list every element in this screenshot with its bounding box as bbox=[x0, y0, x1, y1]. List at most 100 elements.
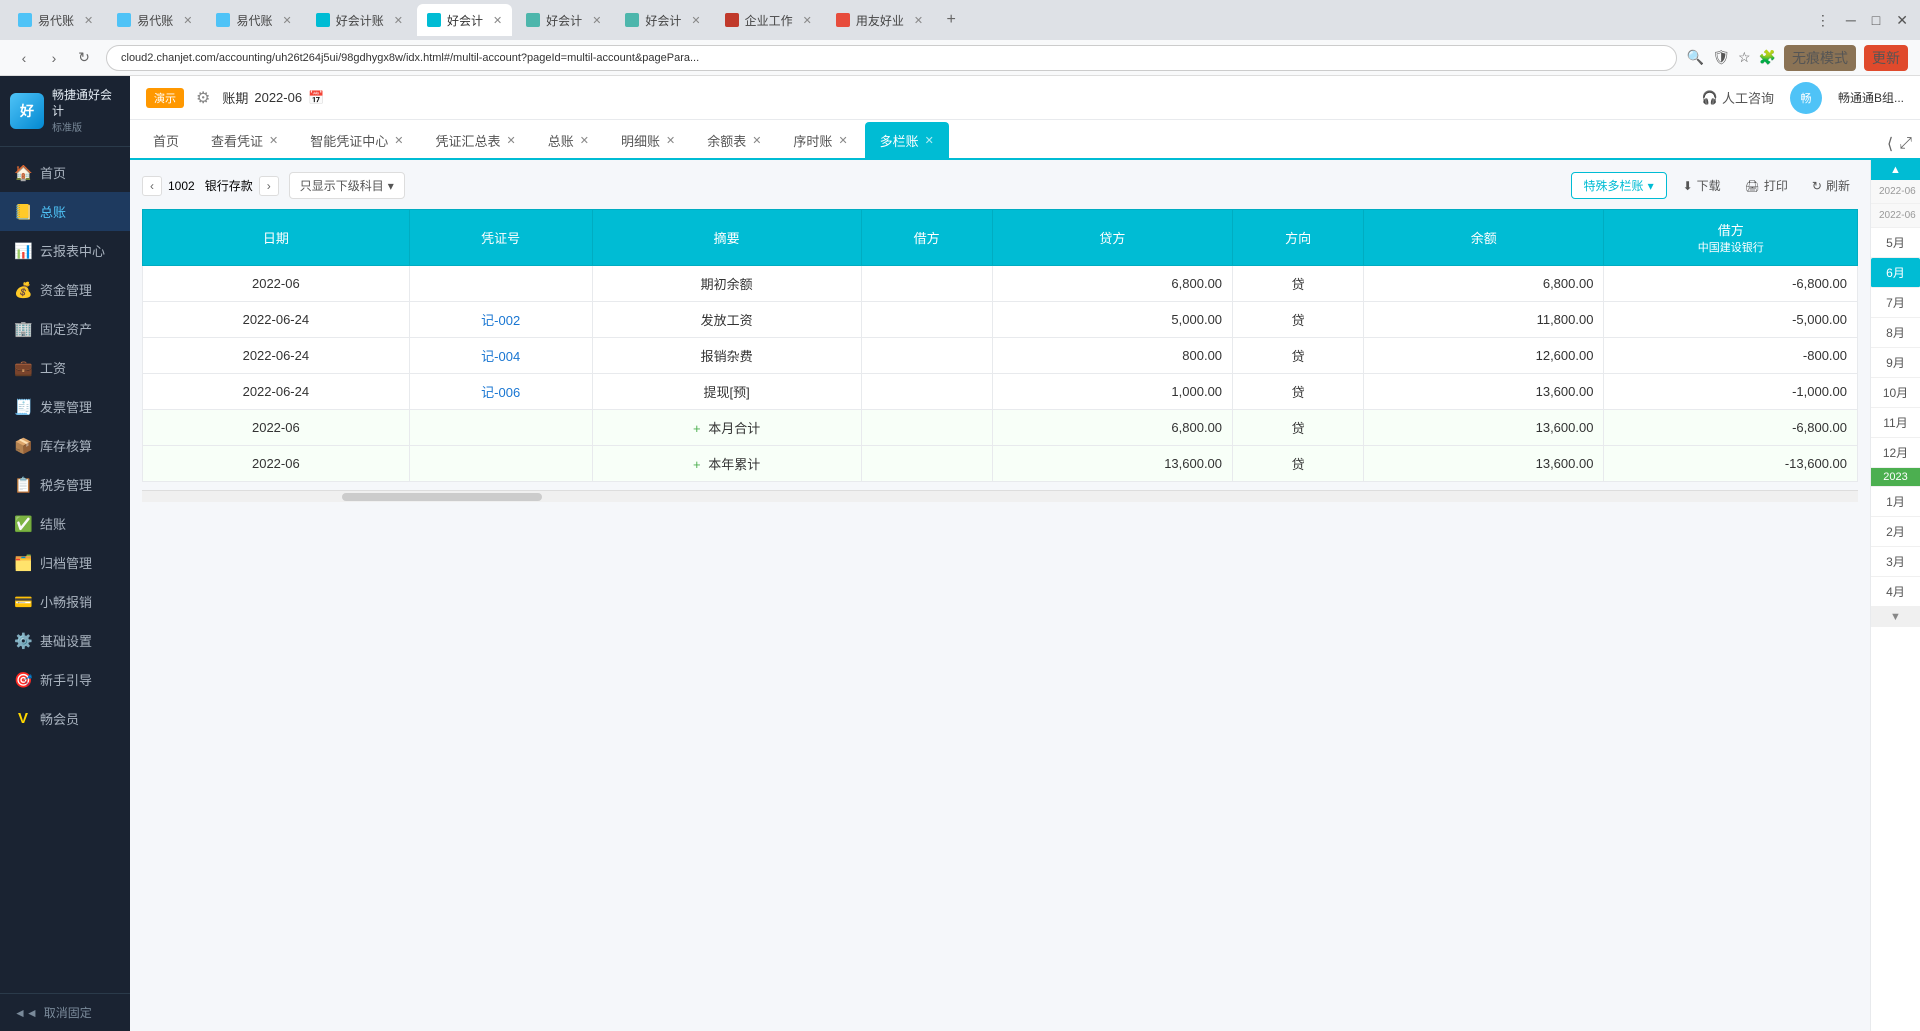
back-button[interactable]: ‹ bbox=[12, 46, 36, 70]
print-button[interactable]: 🖨 打印 bbox=[1737, 173, 1796, 198]
date-panel-up-button[interactable]: ▲ bbox=[1871, 160, 1920, 180]
filter-subcategory-button[interactable]: 只显示下级科目 ▾ bbox=[289, 172, 405, 199]
sidebar-item-home[interactable]: 🏠 首页 bbox=[0, 153, 130, 192]
close-tab-4[interactable]: ✕ bbox=[394, 14, 403, 27]
download-button[interactable]: ⬇ 下载 bbox=[1675, 173, 1729, 198]
date-item-mar[interactable]: 3月 bbox=[1871, 547, 1920, 577]
wumao-button[interactable]: 无痕模式 bbox=[1784, 45, 1856, 71]
sidebar-item-membership[interactable]: V 畅会员 bbox=[0, 699, 130, 738]
browser-tab-6[interactable]: 好会计 ✕ bbox=[516, 4, 611, 36]
sidebar-item-expense[interactable]: 💳 小畅报销 bbox=[0, 582, 130, 621]
topbar-settings-icon[interactable]: ⚙ bbox=[196, 88, 210, 108]
close-tab-multicolumn[interactable]: ✕ bbox=[925, 134, 934, 147]
tab-balance[interactable]: 余额表 ✕ bbox=[692, 122, 776, 158]
refresh-button[interactable]: ↻ 刷新 bbox=[1804, 173, 1858, 198]
user-name[interactable]: 畅通通B组... bbox=[1838, 89, 1904, 106]
tab-list-icon[interactable]: ⋮ bbox=[1812, 8, 1834, 33]
date-panel-down-button[interactable]: ▼ bbox=[1871, 607, 1920, 627]
browser-tab-2[interactable]: 易代账 ✕ bbox=[107, 4, 202, 36]
sidebar-item-reports[interactable]: 📊 云报表中心 bbox=[0, 231, 130, 270]
sidebar-logo: 好 畅捷通好会计 标准版 bbox=[0, 76, 130, 147]
sidebar-item-inventory[interactable]: 📦 库存核算 bbox=[0, 426, 130, 465]
close-tab-9[interactable]: ✕ bbox=[914, 14, 923, 27]
tab-voucher[interactable]: 查看凭证 ✕ bbox=[196, 122, 293, 158]
extensions-icon[interactable]: 🧩 bbox=[1759, 49, 1776, 66]
sidebar-item-guide[interactable]: 🎯 新手引导 bbox=[0, 660, 130, 699]
restore-icon[interactable]: □ bbox=[1868, 8, 1884, 32]
browser-tab-7[interactable]: 好会计 ✕ bbox=[615, 4, 710, 36]
period-value[interactable]: 2022-06 bbox=[254, 90, 302, 105]
close-tab-3[interactable]: ✕ bbox=[282, 14, 291, 27]
tab-chrono[interactable]: 序时账 ✕ bbox=[778, 122, 862, 158]
prev-account-button[interactable]: ‹ bbox=[142, 176, 162, 196]
cell-voucher-2[interactable]: 记-002 bbox=[409, 302, 592, 338]
user-avatar[interactable]: 畅 bbox=[1790, 82, 1822, 114]
browser-tab-5[interactable]: 好会计 ✕ bbox=[417, 4, 512, 36]
demo-badge[interactable]: 演示 bbox=[146, 88, 184, 108]
date-item-feb[interactable]: 2月 bbox=[1871, 517, 1920, 547]
date-item-dec[interactable]: 12月 bbox=[1871, 438, 1920, 468]
close-tab-5[interactable]: ✕ bbox=[493, 14, 502, 27]
date-item-aug[interactable]: 8月 bbox=[1871, 318, 1920, 348]
date-item-jan[interactable]: 1月 bbox=[1871, 487, 1920, 517]
close-tab-general[interactable]: ✕ bbox=[580, 134, 589, 147]
tab-multicolumn[interactable]: 多栏账 ✕ bbox=[865, 122, 949, 158]
tab-smart-voucher[interactable]: 智能凭证中心 ✕ bbox=[295, 122, 418, 158]
close-tab-6[interactable]: ✕ bbox=[592, 14, 601, 27]
close-tab-voucher[interactable]: ✕ bbox=[269, 134, 278, 147]
forward-button[interactable]: › bbox=[42, 46, 66, 70]
date-item-june[interactable]: 6月 bbox=[1871, 258, 1920, 288]
close-tab-chrono[interactable]: ✕ bbox=[838, 134, 847, 147]
close-tab-1[interactable]: ✕ bbox=[84, 14, 93, 27]
date-item-oct[interactable]: 10月 bbox=[1871, 378, 1920, 408]
search-icon[interactable]: 🔍 bbox=[1687, 49, 1704, 66]
unpin-button[interactable]: ◄◄ 取消固定 bbox=[14, 1004, 116, 1021]
sidebar-item-close[interactable]: ✅ 结账 bbox=[0, 504, 130, 543]
special-multicolumn-button[interactable]: 特殊多栏账 ▾ bbox=[1571, 172, 1667, 199]
sidebar-item-tax[interactable]: 📋 税务管理 bbox=[0, 465, 130, 504]
new-tab-button[interactable]: + bbox=[937, 6, 965, 34]
sidebar-item-assets[interactable]: 🏢 固定资产 bbox=[0, 309, 130, 348]
close-tab-2[interactable]: ✕ bbox=[183, 14, 192, 27]
next-account-button[interactable]: › bbox=[259, 176, 279, 196]
tab-home[interactable]: 首页 bbox=[138, 122, 194, 158]
update-button[interactable]: 更新 bbox=[1864, 45, 1908, 71]
minimize-icon[interactable]: ─ bbox=[1842, 8, 1860, 32]
calendar-icon[interactable]: 📅 bbox=[308, 90, 324, 106]
cell-voucher-3[interactable]: 记-004 bbox=[409, 338, 592, 374]
close-tab-8[interactable]: ✕ bbox=[803, 14, 812, 27]
consult-button[interactable]: 🎧 人工咨询 bbox=[1702, 88, 1774, 107]
browser-tab-3[interactable]: 易代账 ✕ bbox=[206, 4, 301, 36]
close-tab-7[interactable]: ✕ bbox=[691, 14, 700, 27]
sidebar-item-payroll[interactable]: 💼 工资 bbox=[0, 348, 130, 387]
date-item-may[interactable]: 5月 bbox=[1871, 228, 1920, 258]
date-item-apr[interactable]: 4月 bbox=[1871, 577, 1920, 607]
cell-voucher-4[interactable]: 记-006 bbox=[409, 374, 592, 410]
star-icon[interactable]: ☆ bbox=[1738, 49, 1751, 66]
tab-detail-ledger[interactable]: 明细账 ✕ bbox=[606, 122, 690, 158]
date-item-sep[interactable]: 9月 bbox=[1871, 348, 1920, 378]
close-tab-detail[interactable]: ✕ bbox=[666, 134, 675, 147]
tab-general-ledger[interactable]: 总账 ✕ bbox=[533, 122, 604, 158]
sidebar-item-settings[interactable]: ⚙️ 基础设置 bbox=[0, 621, 130, 660]
browser-tab-4[interactable]: 好会计账 ✕ bbox=[306, 4, 413, 36]
close-tab-smart[interactable]: ✕ bbox=[394, 134, 403, 147]
sidebar-item-archive[interactable]: 🗂️ 归档管理 bbox=[0, 543, 130, 582]
sidebar-item-ledger[interactable]: 📒 总账 bbox=[0, 192, 130, 231]
close-window-icon[interactable]: ✕ bbox=[1892, 8, 1912, 33]
browser-tab-9[interactable]: 用友好业 ✕ bbox=[826, 4, 933, 36]
reload-button[interactable]: ↻ bbox=[72, 46, 96, 70]
tab-voucher-summary[interactable]: 凭证汇总表 ✕ bbox=[420, 122, 530, 158]
close-tab-summary[interactable]: ✕ bbox=[507, 134, 516, 147]
date-item-july[interactable]: 7月 bbox=[1871, 288, 1920, 318]
sidebar-item-funds[interactable]: 💰 资金管理 bbox=[0, 270, 130, 309]
browser-tab-8[interactable]: 企业工作 ✕ bbox=[715, 4, 822, 36]
close-tab-balance[interactable]: ✕ bbox=[752, 134, 761, 147]
url-input[interactable]: cloud2.chanjet.com/accounting/uh26t264j5… bbox=[106, 45, 1677, 71]
date-item-nov[interactable]: 11月 bbox=[1871, 408, 1920, 438]
browser-tab-1[interactable]: 易代账 ✕ bbox=[8, 4, 103, 36]
expand-icon[interactable]: ⤢ bbox=[1899, 135, 1912, 153]
collapse-left-icon[interactable]: ⟨ bbox=[1887, 134, 1893, 154]
horizontal-scrollbar[interactable] bbox=[142, 490, 1858, 502]
sidebar-item-invoice[interactable]: 🧾 发票管理 bbox=[0, 387, 130, 426]
